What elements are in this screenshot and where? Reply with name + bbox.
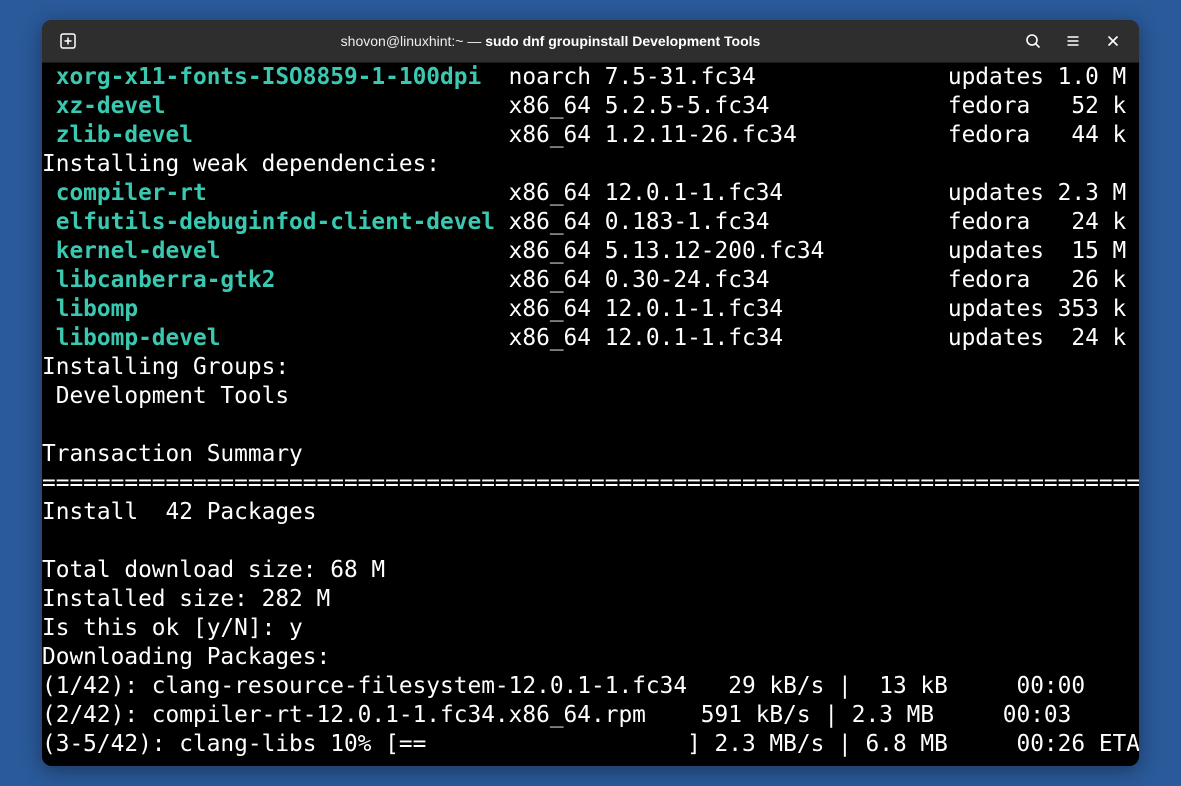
new-tab-button[interactable] bbox=[50, 25, 86, 57]
menu-button[interactable] bbox=[1055, 25, 1091, 57]
package-row: kernel-devel x86_64 5.13.12-200.fc34 upd… bbox=[42, 237, 1139, 266]
close-icon bbox=[1106, 34, 1120, 48]
window-title: shovon@linuxhint:~ — sudo dnf groupinsta… bbox=[86, 33, 1015, 49]
separator: ========================================… bbox=[42, 469, 1139, 498]
confirm-prompt: Is this ok [y/N]: y bbox=[42, 614, 1139, 643]
package-row: libcanberra-gtk2 x86_64 0.30-24.fc34 fed… bbox=[42, 266, 1139, 295]
blank-line bbox=[42, 527, 1139, 556]
title-sep: — bbox=[463, 33, 485, 49]
title-command: sudo dnf groupinstall Development Tools bbox=[485, 33, 760, 49]
terminal-content[interactable]: xorg-x11-fonts-ISO8859-1-100dpi noarch 7… bbox=[42, 63, 1139, 766]
package-row: compiler-rt x86_64 12.0.1-1.fc34 updates… bbox=[42, 179, 1139, 208]
search-icon bbox=[1025, 33, 1041, 49]
tx-summary: Transaction Summary bbox=[42, 440, 1139, 469]
blank-line bbox=[42, 411, 1139, 440]
terminal-window: shovon@linuxhint:~ — sudo dnf groupinsta… bbox=[42, 20, 1139, 766]
group-name: Development Tools bbox=[42, 382, 1139, 411]
cursor-line bbox=[42, 759, 1139, 766]
installed-size: Installed size: 282 M bbox=[42, 585, 1139, 614]
package-row: libomp x86_64 12.0.1-1.fc34 updates 353 … bbox=[42, 295, 1139, 324]
search-button[interactable] bbox=[1015, 25, 1051, 57]
package-row: xorg-x11-fonts-ISO8859-1-100dpi noarch 7… bbox=[42, 63, 1139, 92]
package-row: zlib-devel x86_64 1.2.11-26.fc34 fedora … bbox=[42, 121, 1139, 150]
downloading-header: Downloading Packages: bbox=[42, 643, 1139, 672]
install-count: Install 42 Packages bbox=[42, 498, 1139, 527]
hamburger-icon bbox=[1065, 33, 1081, 49]
title-host: shovon@linuxhint:~ bbox=[341, 33, 464, 49]
package-row: libomp-devel x86_64 12.0.1-1.fc34 update… bbox=[42, 324, 1139, 353]
download-line: (2/42): compiler-rt-12.0.1-1.fc34.x86_64… bbox=[42, 701, 1139, 730]
section-header: Installing Groups: bbox=[42, 353, 1139, 382]
total-download: Total download size: 68 M bbox=[42, 556, 1139, 585]
download-line: (3-5/42): clang-libs 10% [== ] 2.3 MB/s … bbox=[42, 730, 1139, 759]
package-row: elfutils-debuginfod-client-devel x86_64 … bbox=[42, 208, 1139, 237]
new-tab-icon bbox=[59, 32, 77, 50]
section-header: Installing weak dependencies: bbox=[42, 150, 1139, 179]
download-line: (1/42): clang-resource-filesystem-12.0.1… bbox=[42, 672, 1139, 701]
close-button[interactable] bbox=[1095, 25, 1131, 57]
package-row: xz-devel x86_64 5.2.5-5.fc34 fedora 52 k bbox=[42, 92, 1139, 121]
titlebar: shovon@linuxhint:~ — sudo dnf groupinsta… bbox=[42, 20, 1139, 63]
titlebar-actions bbox=[1015, 25, 1131, 57]
